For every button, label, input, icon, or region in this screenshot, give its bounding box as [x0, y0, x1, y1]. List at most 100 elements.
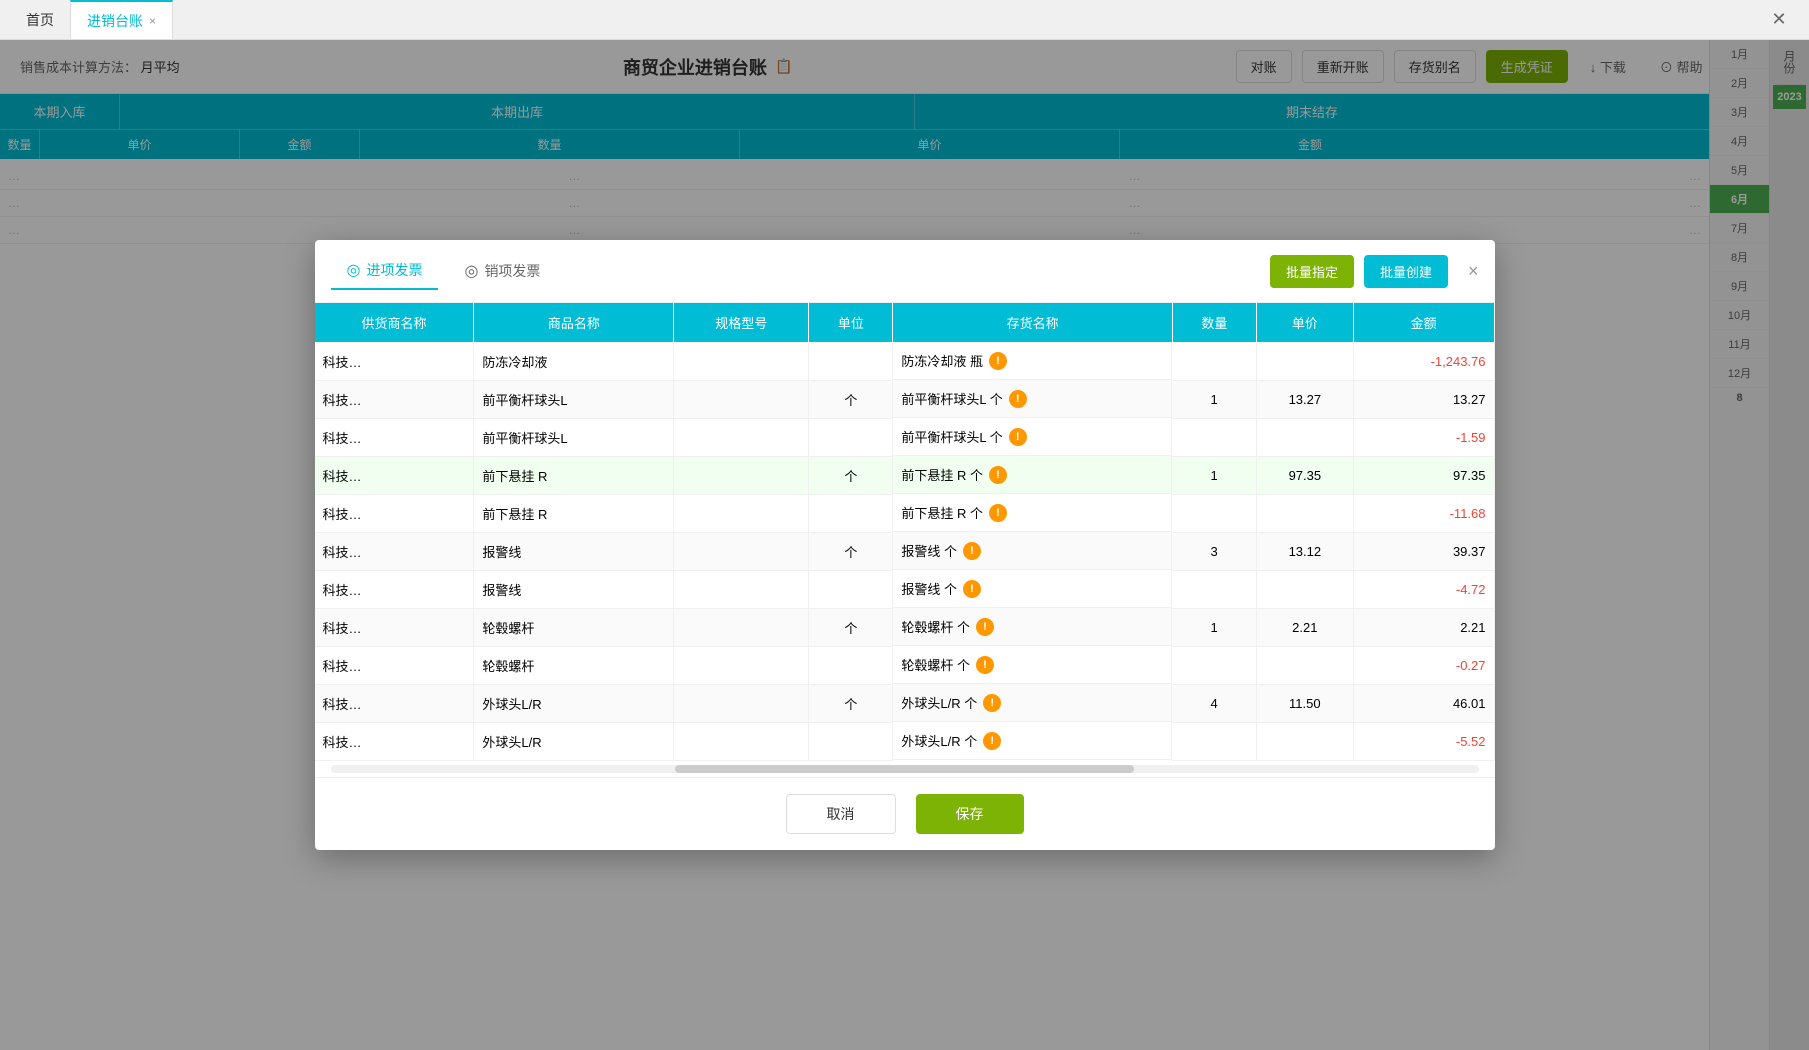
tab-active[interactable]: 进销台账 × [70, 0, 173, 39]
table-cell: 11.50 [1256, 684, 1353, 722]
tab-incoming-invoice[interactable]: ◎ 进项发票 [331, 252, 439, 290]
tab-active-label: 进销台账 [87, 11, 143, 31]
table-cell: -1,243.76 [1353, 342, 1494, 380]
table-cell: 前下悬挂 R [474, 494, 674, 532]
dialog-header: ◎ 进项发票 ◎ 销项发票 批量指定 批量创建 × [315, 240, 1495, 303]
table-cell [809, 646, 893, 684]
tab-outgoing-invoice[interactable]: ◎ 销项发票 [448, 253, 556, 289]
table-cell [674, 456, 809, 494]
warning-icon: ! [989, 352, 1007, 370]
table-cell [674, 532, 809, 570]
table-cell: -0.27 [1353, 646, 1494, 684]
col-header-amount: 金额 [1353, 303, 1494, 342]
scroll-thumb [675, 765, 1134, 773]
table-cell: 科技… [315, 380, 474, 418]
warning-icon: ! [976, 656, 994, 674]
table-cell [1256, 570, 1353, 608]
warning-icon: ! [1009, 390, 1027, 408]
table-cell: 个 [809, 380, 893, 418]
table-cell [674, 684, 809, 722]
table-cell: 1 [1172, 456, 1256, 494]
table-cell [1256, 342, 1353, 380]
table-row: 科技…报警线个报警线 个!313.1239.37 [315, 532, 1495, 570]
warning-icon: ! [963, 580, 981, 598]
table-cell: 科技… [315, 722, 474, 760]
table-row: 科技…外球头L/R个外球头L/R 个!411.5046.01 [315, 684, 1495, 722]
table-row: 科技…外球头L/R外球头L/R 个!-5.52 [315, 722, 1495, 760]
table-cell: 2.21 [1353, 608, 1494, 646]
warning-icon: ! [983, 694, 1001, 712]
dialog-footer: 取消 保存 [315, 777, 1495, 850]
table-cell: 报警线 个! [893, 570, 1172, 608]
table-cell: -11.68 [1353, 494, 1494, 532]
save-button[interactable]: 保存 [916, 794, 1024, 834]
table-cell: 科技… [315, 608, 474, 646]
table-cell: -1.59 [1353, 418, 1494, 456]
table-cell [809, 570, 893, 608]
table-cell: 1 [1172, 380, 1256, 418]
batch-assign-button[interactable]: 批量指定 [1270, 255, 1354, 288]
table-cell [809, 494, 893, 532]
table-cell [674, 380, 809, 418]
col-header-supplier: 供货商名称 [315, 303, 474, 342]
table-row: 科技…轮毂螺杆个轮毂螺杆 个!12.212.21 [315, 608, 1495, 646]
table-cell: 科技… [315, 342, 474, 380]
incoming-tab-icon: ◎ [347, 260, 361, 280]
table-cell: 4 [1172, 684, 1256, 722]
cancel-button[interactable]: 取消 [786, 794, 896, 834]
table-cell: 前平衡杆球头L 个! [893, 418, 1172, 456]
table-cell: 前平衡杆球头L 个! [893, 380, 1172, 418]
outgoing-tab-icon: ◎ [464, 261, 478, 281]
table-cell: 前下悬挂 R 个! [893, 494, 1172, 532]
table-cell [1172, 494, 1256, 532]
invoice-table: 供货商名称 商品名称 规格型号 单位 存货名称 数量 单价 金额 科技…防冻冷却… [315, 303, 1495, 761]
scroll-indicator[interactable] [331, 765, 1479, 773]
tab-close-icon[interactable]: × [149, 14, 156, 28]
table-cell: 外球头L/R 个! [893, 684, 1172, 722]
table-cell: 科技… [315, 684, 474, 722]
warning-icon: ! [963, 542, 981, 560]
table-cell: 科技… [315, 646, 474, 684]
table-cell: 个 [809, 608, 893, 646]
warning-icon: ! [983, 732, 1001, 750]
table-row: 科技…报警线 报警线 个! -4.72 [315, 570, 1495, 608]
table-cell: 报警线 [474, 570, 674, 608]
table-cell: 轮毂螺杆 个! [893, 608, 1172, 646]
table-cell: 前下悬挂 R 个! [893, 456, 1172, 494]
col-header-spec: 规格型号 [674, 303, 809, 342]
window-close-button[interactable]: ✕ [1759, 0, 1799, 40]
table-cell: 3 [1172, 532, 1256, 570]
table-cell [1256, 646, 1353, 684]
table-cell: -4.72 [1353, 570, 1494, 608]
table-cell [674, 722, 809, 760]
table-cell: 1 [1172, 608, 1256, 646]
dialog-close-button[interactable]: × [1468, 261, 1479, 282]
table-cell: 防冻冷却液 [474, 342, 674, 380]
table-cell [1172, 722, 1256, 760]
table-cell [1172, 570, 1256, 608]
table-row: 科技…前平衡杆球头L个前平衡杆球头L 个!113.2713.27 [315, 380, 1495, 418]
col-header-inventory: 存货名称 [893, 303, 1172, 342]
table-row: 科技…前平衡杆球头L前平衡杆球头L 个!-1.59 [315, 418, 1495, 456]
table-cell: 13.27 [1256, 380, 1353, 418]
dialog: ◎ 进项发票 ◎ 销项发票 批量指定 批量创建 × 供货 [315, 240, 1495, 850]
table-cell: 39.37 [1353, 532, 1494, 570]
table-row: 科技…轮毂螺杆 轮毂螺杆 个! -0.27 [315, 646, 1495, 684]
table-cell: 科技… [315, 570, 474, 608]
col-header-unit-price: 单价 [1256, 303, 1353, 342]
table-cell [674, 608, 809, 646]
col-header-product: 商品名称 [474, 303, 674, 342]
tab-home[interactable]: 首页 [10, 0, 70, 39]
dialog-overlay: ◎ 进项发票 ◎ 销项发票 批量指定 批量创建 × 供货 [0, 40, 1809, 1050]
table-cell: -5.52 [1353, 722, 1494, 760]
table-cell: 13.12 [1256, 532, 1353, 570]
table-cell: 科技… [315, 456, 474, 494]
table-cell: 轮毂螺杆 [474, 646, 674, 684]
table-cell [1256, 494, 1353, 532]
table-cell: 轮毂螺杆 个! [893, 646, 1172, 684]
table-cell: 防冻冷却液 瓶! [893, 342, 1172, 380]
batch-create-button[interactable]: 批量创建 [1364, 255, 1448, 288]
table-cell: 2.21 [1256, 608, 1353, 646]
table-cell: 个 [809, 532, 893, 570]
dialog-table-area[interactable]: 供货商名称 商品名称 规格型号 单位 存货名称 数量 单价 金额 科技…防冻冷却… [315, 303, 1495, 761]
